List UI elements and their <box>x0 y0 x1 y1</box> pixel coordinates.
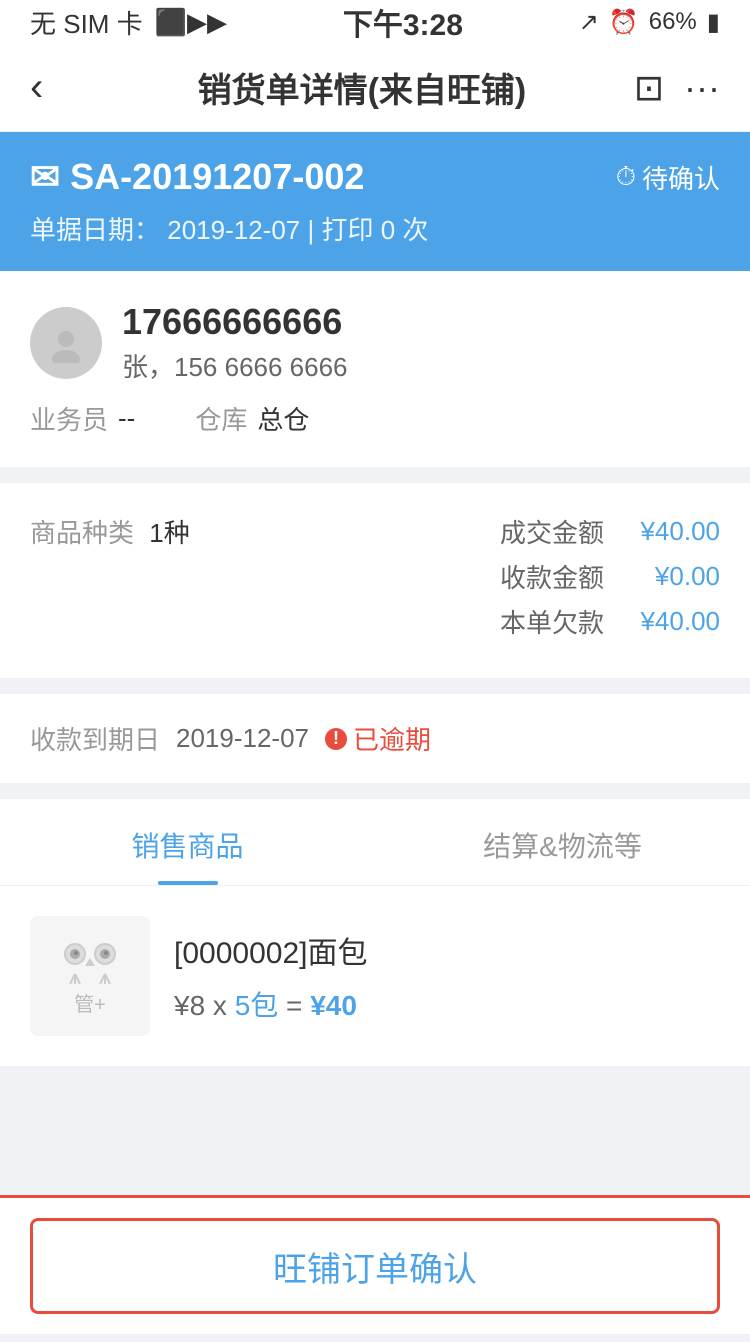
overdue-text: 已逾期 <box>353 720 431 757</box>
order-id-value: SA-20191207-002 <box>70 156 364 198</box>
due-date-section: 收款到期日 2019-12-07 ! 已逾期 <box>0 694 750 783</box>
salesman-field: 业务员 -- <box>30 400 135 437</box>
sim-label: 无 SIM 卡 <box>30 4 143 41</box>
warehouse-field: 仓库 总仓 <box>195 400 309 437</box>
order-header: ✉ SA-20191207-002 ⏱ 待确认 单据日期： 2019-12-07… <box>0 132 750 271</box>
receipt-amount-row: 收款金额 ¥0.00 <box>500 558 720 595</box>
back-button[interactable]: ‹ <box>30 65 90 110</box>
location-icon: ↗ <box>579 8 599 37</box>
wifi-icon: ⬛▶▶ <box>155 7 227 38</box>
amount-summary: 成交金额 ¥40.00 收款金额 ¥0.00 本单欠款 ¥40.00 <box>500 513 720 648</box>
confirm-order-button[interactable]: 旺铺订单确认 <box>30 1218 720 1314</box>
alarm-icon: ⏰ <box>609 8 639 37</box>
confirm-button-wrapper: 旺铺订单确认 <box>0 1195 750 1334</box>
status-text: 待确认 <box>642 159 720 196</box>
tabs-header: 销售商品 结算&物流等 <box>0 799 750 886</box>
more-button[interactable]: ··· <box>684 67 720 109</box>
deal-amount-label: 成交金额 <box>500 513 604 550</box>
receipt-amount-value: ¥0.00 <box>620 561 720 592</box>
salesman-value: -- <box>118 403 135 434</box>
order-print-separator: | <box>307 215 321 245</box>
owing-value: ¥40.00 <box>620 606 720 637</box>
salesman-label: 业务员 <box>30 400 108 437</box>
status-bar-left: 无 SIM 卡 ⬛▶▶ <box>30 4 227 41</box>
deal-amount-value: ¥40.00 <box>620 516 720 547</box>
product-category: 商品种类 1种 <box>30 513 190 550</box>
customer-name: 张，156 6666 6666 <box>122 347 348 384</box>
order-print-label: 打印 <box>321 215 373 245</box>
share-button[interactable]: ⊡ <box>634 67 664 109</box>
order-status: ⏱ 待确认 <box>616 159 720 196</box>
product-code: [0000002] <box>174 937 307 970</box>
order-date-value: 2019-12-07 <box>167 215 300 245</box>
customer-phone: 17666666666 <box>122 301 348 343</box>
tab-products[interactable]: 销售商品 <box>0 799 375 885</box>
product-item: 管+ [0000002]面包 ¥8 x 5包 = ¥40 <box>0 886 750 1066</box>
product-name: [0000002]面包 <box>174 928 720 972</box>
due-date-label: 收款到期日 <box>30 720 160 757</box>
battery-label: 66% <box>649 8 697 36</box>
owing-label: 本单欠款 <box>500 603 604 640</box>
order-date-line: 单据日期： 2019-12-07 | 打印 0 次 <box>30 210 720 247</box>
status-bar-time: 下午3:28 <box>343 0 463 44</box>
product-unit-price: ¥8 x <box>174 990 235 1021</box>
customer-avatar <box>30 307 102 379</box>
summary-section: 商品种类 1种 成交金额 ¥40.00 收款金额 ¥0.00 本单欠款 ¥40.… <box>0 483 750 678</box>
order-date-label: 单据日期： <box>30 215 160 245</box>
product-equals: = <box>278 990 310 1021</box>
product-price-line: ¥8 x 5包 = ¥40 <box>174 984 720 1024</box>
nav-bar: ‹ 销货单详情(来自旺铺) ⊡ ··· <box>0 44 750 132</box>
nav-actions: ⊡ ··· <box>634 67 720 109</box>
status-bar: 无 SIM 卡 ⬛▶▶ 下午3:28 ↗ ⏰ 66% ▮ <box>0 0 750 44</box>
order-print-count: 0 <box>381 215 395 245</box>
owing-amount-row: 本单欠款 ¥40.00 <box>500 603 720 640</box>
due-date-value: 2019-12-07 <box>176 723 309 754</box>
warehouse-label: 仓库 <box>195 400 247 437</box>
page-title: 销货单详情(来自旺铺) <box>198 63 527 112</box>
receipt-amount-label: 收款金额 <box>500 558 604 595</box>
tab-settlement[interactable]: 结算&物流等 <box>375 799 750 885</box>
product-title: 面包 <box>307 937 367 970</box>
product-total: ¥40 <box>310 990 357 1021</box>
category-value: 1种 <box>149 518 189 548</box>
tabs-section: 销售商品 结算&物流等 <box>0 799 750 1066</box>
order-id-icon: ✉ <box>30 156 60 198</box>
battery-icon: ▮ <box>707 8 720 37</box>
product-details: [0000002]面包 ¥8 x 5包 = ¥40 <box>174 928 720 1024</box>
order-print-unit: 次 <box>402 215 428 245</box>
warehouse-value: 总仓 <box>257 400 309 437</box>
deal-amount-row: 成交金额 ¥40.00 <box>500 513 720 550</box>
product-qty: 5包 <box>235 990 279 1021</box>
product-thumbnail: 管+ <box>30 916 150 1036</box>
status-bar-right: ↗ ⏰ 66% ▮ <box>579 8 720 37</box>
category-label: 商品种类 <box>30 518 134 548</box>
overdue-badge: ! 已逾期 <box>325 720 431 757</box>
overdue-icon: ! <box>325 728 347 750</box>
order-id: ✉ SA-20191207-002 <box>30 156 364 198</box>
customer-section: 17666666666 张，156 6666 6666 业务员 -- 仓库 总仓 <box>0 271 750 467</box>
status-icon: ⏱ <box>616 161 636 193</box>
